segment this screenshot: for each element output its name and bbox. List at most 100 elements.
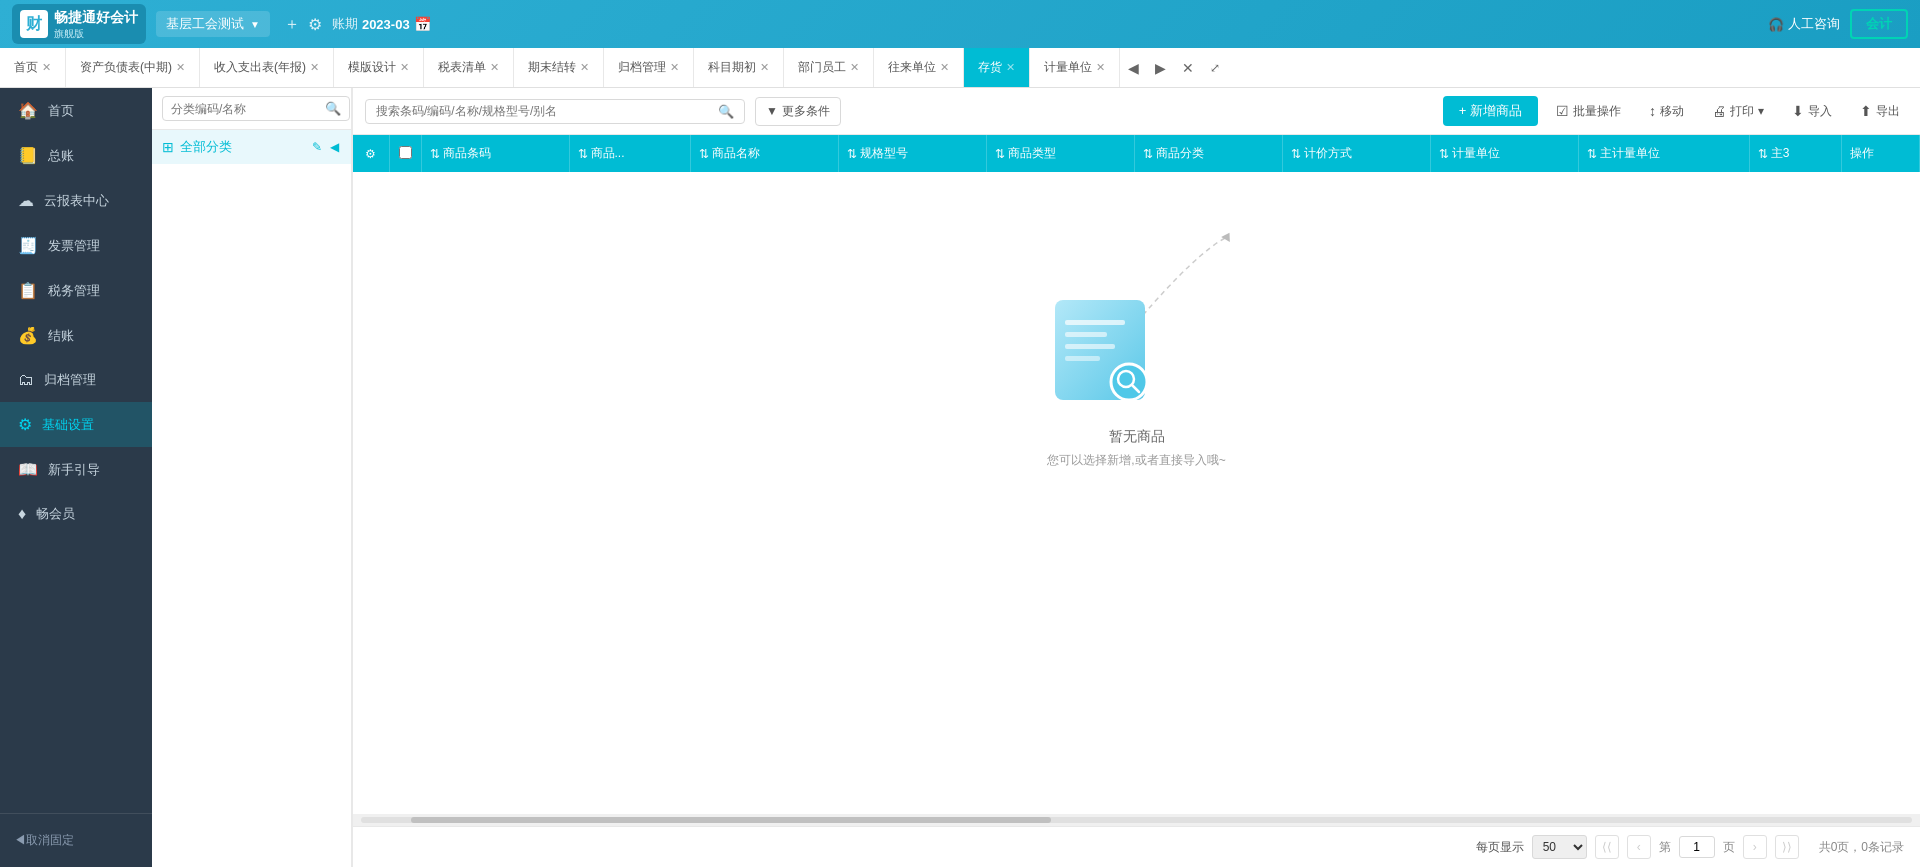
- tab-nav-left-icon[interactable]: ◀: [1120, 48, 1147, 87]
- product-search-icon[interactable]: 🔍: [718, 104, 734, 119]
- per-page-select[interactable]: 50 10 20 100: [1532, 835, 1587, 859]
- tab-dept-employee[interactable]: 部门员工 ✕: [784, 48, 874, 87]
- category-search-icon[interactable]: 🔍: [325, 101, 341, 116]
- product-search-input[interactable]: [376, 104, 714, 118]
- tab-label: 税表清单: [438, 59, 486, 76]
- tab-archive[interactable]: 归档管理 ✕: [604, 48, 694, 87]
- select-all-checkbox[interactable]: [399, 146, 412, 159]
- batch-icon: ☑: [1556, 103, 1569, 119]
- human-service-button[interactable]: 🎧 人工咨询: [1768, 15, 1840, 33]
- tab-inventory[interactable]: 存货 ✕: [964, 48, 1030, 87]
- tab-tax-list[interactable]: 税表清单 ✕: [424, 48, 514, 87]
- import-button[interactable]: ⬇ 导入: [1784, 98, 1840, 125]
- th-main-unit-sort-icon[interactable]: ⇅: [1587, 147, 1597, 161]
- sidebar-item-ledger[interactable]: 📒 总账: [0, 133, 152, 178]
- first-page-button[interactable]: ⟨⟨: [1595, 835, 1619, 859]
- more-filter-button[interactable]: ▼ 更多条件: [755, 97, 841, 126]
- tab-template-design[interactable]: 模版设计 ✕: [334, 48, 424, 87]
- tab-close-icon[interactable]: ✕: [760, 61, 769, 74]
- th-code-sort-icon[interactable]: ⇅: [578, 147, 588, 161]
- th-barcode-sort-icon[interactable]: ⇅: [430, 147, 440, 161]
- tab-period-end[interactable]: 期末结转 ✕: [514, 48, 604, 87]
- sidebar-item-label: 云报表中心: [44, 192, 109, 210]
- tab-label: 期末结转: [528, 59, 576, 76]
- tab-close-icon[interactable]: ✕: [940, 61, 949, 74]
- last-page-button[interactable]: ⟩⟩: [1775, 835, 1799, 859]
- th-checkbox[interactable]: [389, 135, 421, 172]
- prev-page-button[interactable]: ‹: [1627, 835, 1651, 859]
- sidebar-item-basic-settings[interactable]: ⚙ 基础设置: [0, 402, 152, 447]
- sidebar-item-cloud-report[interactable]: ☁ 云报表中心: [0, 178, 152, 223]
- logo-area[interactable]: 财 畅捷通好会计 旗舰版: [12, 4, 146, 43]
- sidebar-item-label: 畅会员: [36, 505, 75, 523]
- tab-close-icon[interactable]: ✕: [400, 61, 409, 74]
- th-name-sort-icon[interactable]: ⇅: [699, 147, 709, 161]
- add-tab-icon[interactable]: ＋: [284, 14, 300, 35]
- product-search-bar[interactable]: 🔍: [365, 99, 745, 124]
- category-all[interactable]: ⊞ 全部分类 ✎ ◀: [152, 130, 351, 164]
- tab-close-icon[interactable]: ✕: [1096, 61, 1105, 74]
- tab-unit-measure[interactable]: 计量单位 ✕: [1030, 48, 1120, 87]
- sidebar-item-member[interactable]: ♦ 畅会员: [0, 492, 152, 536]
- th-type-sort-icon[interactable]: ⇅: [995, 147, 1005, 161]
- sidebar-item-beginner-guide[interactable]: 📖 新手引导: [0, 447, 152, 492]
- batch-label: 批量操作: [1573, 103, 1621, 120]
- tab-close-icon[interactable]: ✕: [176, 61, 185, 74]
- print-button[interactable]: 🖨 打印 ▾: [1704, 98, 1772, 125]
- tab-close-icon[interactable]: ✕: [490, 61, 499, 74]
- new-product-button[interactable]: + 新增商品: [1443, 96, 1538, 126]
- calendar-icon[interactable]: 📅: [414, 16, 431, 32]
- tab-balance-sheet[interactable]: 资产负债表(中期) ✕: [66, 48, 200, 87]
- sidebar-item-label: 归档管理: [44, 371, 96, 389]
- sidebar-item-close-account[interactable]: 💰 结账: [0, 313, 152, 358]
- settings-icon[interactable]: ⚙: [308, 15, 322, 34]
- logo-icon: 财: [20, 10, 48, 38]
- category-collapse-icon[interactable]: ◀: [328, 138, 341, 156]
- member-icon: ♦: [18, 505, 26, 523]
- period-label: 账期: [332, 15, 358, 33]
- category-search-wrap[interactable]: 🔍: [162, 96, 350, 121]
- tab-close-icon[interactable]: ✕: [580, 61, 589, 74]
- tab-close-icon[interactable]: ✕: [670, 61, 679, 74]
- tab-close-icon[interactable]: ✕: [850, 61, 859, 74]
- tab-close-icon[interactable]: ✕: [1006, 61, 1015, 74]
- scrollbar-track[interactable]: [361, 817, 1912, 823]
- category-edit-icon[interactable]: ✎: [310, 138, 324, 156]
- tab-close-icon[interactable]: ✕: [310, 61, 319, 74]
- sidebar-item-archive[interactable]: 🗂 归档管理: [0, 358, 152, 402]
- print-label: 打印: [1730, 103, 1754, 120]
- scrollbar-thumb[interactable]: [411, 817, 1051, 823]
- th-settings[interactable]: ⚙: [353, 135, 389, 172]
- sidebar-item-label: 首页: [48, 102, 74, 120]
- sidebar-item-tax[interactable]: 📋 税务管理: [0, 268, 152, 313]
- sidebar-item-invoice[interactable]: 🧾 发票管理: [0, 223, 152, 268]
- tab-income-statement[interactable]: 收入支出表(年报) ✕: [200, 48, 334, 87]
- category-search-input[interactable]: [171, 102, 321, 116]
- account-button[interactable]: 会计: [1850, 9, 1908, 39]
- th-col3-sort-icon[interactable]: ⇅: [1758, 147, 1768, 161]
- export-button[interactable]: ⬆ 导出: [1852, 98, 1908, 125]
- page-input[interactable]: [1679, 836, 1715, 858]
- tab-subject-initial[interactable]: 科目期初 ✕: [694, 48, 784, 87]
- sidebar-item-label: 新手引导: [48, 461, 100, 479]
- th-price-sort-icon[interactable]: ⇅: [1291, 147, 1301, 161]
- ledger-icon: 📒: [18, 146, 38, 165]
- company-selector[interactable]: 基层工会测试 ▼: [156, 11, 270, 37]
- horizontal-scrollbar[interactable]: [353, 814, 1920, 826]
- sidebar-item-home[interactable]: 🏠 首页: [0, 88, 152, 133]
- cancel-fixed-button[interactable]: ◀取消固定: [0, 824, 152, 857]
- batch-operation-button[interactable]: ☑ 批量操作: [1548, 98, 1629, 125]
- th-category-sort-icon[interactable]: ⇅: [1143, 147, 1153, 161]
- export-label: 导出: [1876, 103, 1900, 120]
- tab-close-icon[interactable]: ✕: [42, 61, 51, 74]
- tab-close-all-icon[interactable]: ✕: [1174, 48, 1202, 87]
- next-page-button[interactable]: ›: [1743, 835, 1767, 859]
- th-unit-sort-icon[interactable]: ⇅: [1439, 147, 1449, 161]
- tab-partner[interactable]: 往来单位 ✕: [874, 48, 964, 87]
- top-right-actions: 🎧 人工咨询 会计: [1768, 9, 1908, 39]
- th-spec-sort-icon[interactable]: ⇅: [847, 147, 857, 161]
- tab-expand-icon[interactable]: ⤢: [1202, 48, 1228, 87]
- tab-homepage[interactable]: 首页 ✕: [0, 48, 66, 87]
- tab-nav-right-icon[interactable]: ▶: [1147, 48, 1174, 87]
- move-button[interactable]: ↕ 移动: [1641, 98, 1692, 125]
